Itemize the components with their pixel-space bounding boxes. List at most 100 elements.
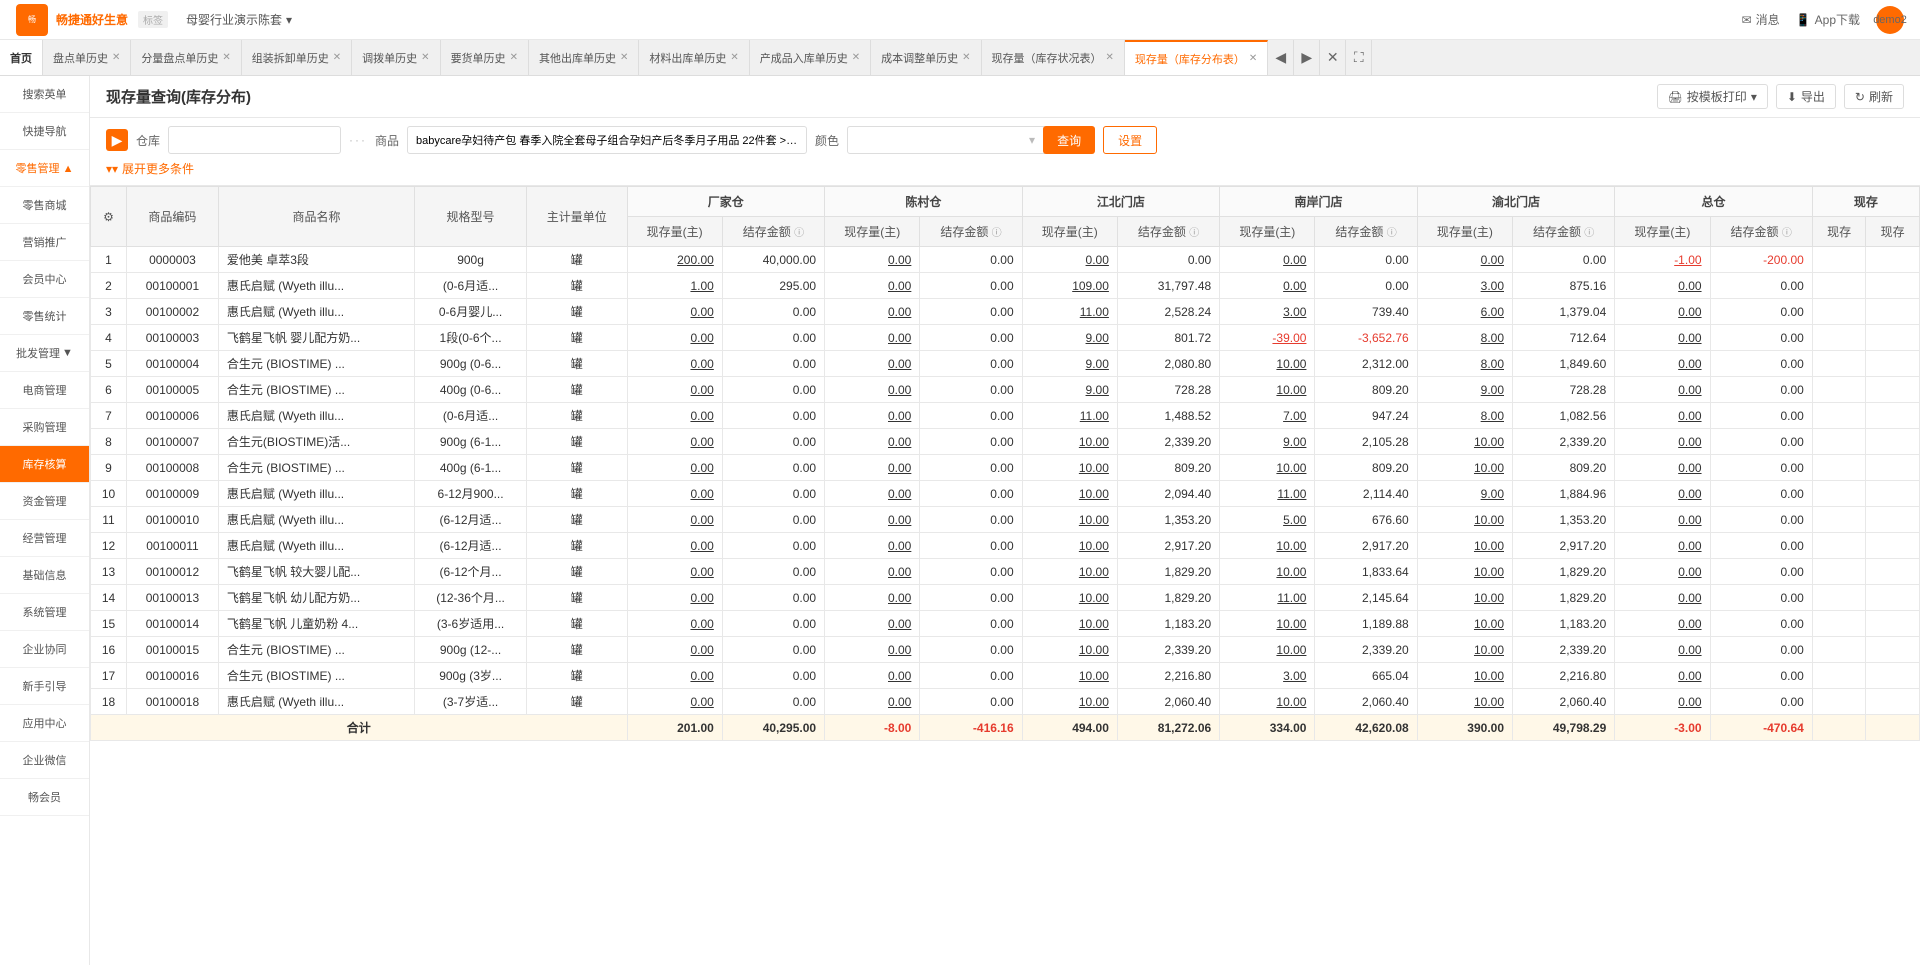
sidebar-item-basic[interactable]: 基础信息: [0, 557, 89, 594]
chevron-down-icon: ▾: [1751, 90, 1757, 104]
tab-close-combo[interactable]: ✕: [333, 52, 341, 63]
th-group-cj: 厂家仓: [627, 187, 825, 217]
color-dots: ▾: [1029, 133, 1035, 147]
tab-stock-dist[interactable]: 现存量（库存分布表） ✕: [1125, 40, 1268, 76]
tab-close-other[interactable]: ✕: [620, 52, 628, 63]
refresh-button[interactable]: ↻ 刷新: [1844, 84, 1904, 109]
avatar[interactable]: demo2: [1876, 6, 1904, 34]
tab-transfer[interactable]: 调拨单历史 ✕: [352, 40, 440, 76]
table-row: 1600100015合生元 (BIOSTIME) ...900g (12-...…: [91, 637, 1920, 663]
tab-home[interactable]: 首页: [0, 40, 43, 76]
th-cc-amt: 结存金额 ⓘ: [920, 217, 1022, 247]
top-bar-left: 畅 畅捷通好生意 标签 母婴行业演示陈套 ▾: [16, 4, 292, 36]
tab-inventory[interactable]: 盘点单历史 ✕: [43, 40, 131, 76]
expand-more-btn[interactable]: ▾▾ 展开更多条件: [106, 160, 1904, 177]
table-container[interactable]: ⚙ 商品编码 商品名称 规格型号 主计量单位 厂家仓 陈村仓 江北门店 南岸门店…: [90, 186, 1920, 965]
sidebar-item-retail-mgmt[interactable]: 零售管理 ▲: [0, 150, 89, 187]
th-nb-amt: 结存金额 ⓘ: [1315, 217, 1417, 247]
tab-close-material[interactable]: ✕: [730, 52, 738, 63]
tab-combo-split[interactable]: 组装拆卸单历史 ✕: [242, 40, 352, 76]
jb-amt-info[interactable]: ⓘ: [1189, 224, 1199, 239]
sidebar-item-app-center[interactable]: 应用中心: [0, 705, 89, 742]
sidebar-item-search[interactable]: 搜索英单: [0, 76, 89, 113]
sidebar-item-retail-stat[interactable]: 零售统计: [0, 298, 89, 335]
sidebar-item-quicknav[interactable]: 快捷导航: [0, 113, 89, 150]
sidebar-item-enterprise-coop[interactable]: 企业协同: [0, 631, 89, 668]
cj-amt-info[interactable]: ⓘ: [794, 224, 804, 239]
cc-amt-info[interactable]: ⓘ: [992, 224, 1002, 239]
export-button[interactable]: ⬇ 导出: [1776, 84, 1836, 109]
app-download-btn[interactable]: 📱 App下载: [1796, 11, 1860, 28]
color-label: 颜色: [815, 132, 839, 149]
chevron-down-icon: ▼: [62, 347, 73, 359]
print-button[interactable]: 🖨 按模板打印 ▾: [1657, 84, 1768, 109]
sidebar-item-member[interactable]: 会员中心: [0, 261, 89, 298]
content-area: 现存量查询(库存分布) 🖨 按模板打印 ▾ ⬇ 导出 ↻ 刷新: [90, 76, 1920, 965]
tab-order[interactable]: 要货单历史 ✕: [441, 40, 529, 76]
sidebar-item-system[interactable]: 系统管理: [0, 594, 89, 631]
th-group-total: 总仓: [1615, 187, 1813, 217]
table-row: 900100008合生元 (BIOSTIME) ...400g (6-1...罐…: [91, 455, 1920, 481]
message-btn[interactable]: ✉ 消息: [1742, 11, 1780, 28]
th-settings[interactable]: ⚙: [91, 187, 127, 247]
nb-amt-info[interactable]: ⓘ: [1387, 224, 1397, 239]
tab-cost-adj[interactable]: 成本调整单历史 ✕: [871, 40, 981, 76]
industry-dropdown[interactable]: 母婴行业演示陈套 ▾: [186, 11, 292, 28]
tab-close-all-btn[interactable]: ✕: [1320, 40, 1346, 76]
warehouse-input[interactable]: [168, 126, 341, 154]
sidebar-item-enterprise-wechat[interactable]: 企业微信: [0, 742, 89, 779]
th-nb-qty: 现存量(主): [1220, 217, 1315, 247]
sidebar-item-new-guide[interactable]: 新手引导: [0, 668, 89, 705]
sidebar-item-ecommerce[interactable]: 电商管理: [0, 372, 89, 409]
tab-prev-btn[interactable]: ◀: [1268, 40, 1294, 76]
query-button[interactable]: 查询: [1043, 126, 1095, 154]
tab-close-inventory[interactable]: ✕: [112, 52, 120, 63]
table-row: 300100002惠氏启赋 (Wyeth illu...0-6月婴儿...罐0.…: [91, 299, 1920, 325]
th-now-qty: 现存: [1812, 217, 1866, 247]
tab-close-cost[interactable]: ✕: [962, 52, 970, 63]
tab-close-stock-dist[interactable]: ✕: [1249, 53, 1257, 64]
message-icon: ✉: [1742, 13, 1752, 27]
expand-btn[interactable]: ▶: [106, 129, 128, 151]
setting-button[interactable]: 设置: [1103, 126, 1157, 154]
th-now-qty2: 现存: [1866, 217, 1920, 247]
th-cj-amt: 结存金额 ⓘ: [722, 217, 824, 247]
filter-row: ▶ 仓库 ··· 商品 颜色 ▾ 查询 设置: [106, 126, 1904, 154]
tab-close-order[interactable]: ✕: [510, 52, 518, 63]
total-amt-info[interactable]: ⓘ: [1782, 224, 1792, 239]
top-bar: 畅 畅捷通好生意 标签 母婴行业演示陈套 ▾ ✉ 消息 📱 App下载 demo…: [0, 0, 1920, 40]
th-group-yb: 渝北门店: [1417, 187, 1615, 217]
th-name: 商品名称: [218, 187, 414, 247]
sidebar-item-inventory[interactable]: 库存核算: [0, 446, 89, 483]
th-seq: 商品编码: [127, 187, 219, 247]
table-row: 1200100011惠氏启赋 (Wyeth illu...(6-12月适...罐…: [91, 533, 1920, 559]
th-jb-amt: 结存金额 ⓘ: [1117, 217, 1219, 247]
print-icon: 🖨: [1668, 90, 1683, 104]
tab-next-btn[interactable]: ▶: [1294, 40, 1320, 76]
tab-split-inventory[interactable]: 分量盘点单历史 ✕: [131, 40, 241, 76]
sidebar-item-marketing[interactable]: 营销推广: [0, 224, 89, 261]
sidebar-item-retail-store[interactable]: 零售商城: [0, 187, 89, 224]
table-row: 1100100010惠氏启赋 (Wyeth illu...(6-12月适...罐…: [91, 507, 1920, 533]
table-row: 1700100016合生元 (BIOSTIME) ...900g (3岁...罐…: [91, 663, 1920, 689]
tab-close-stock-status[interactable]: ✕: [1106, 52, 1114, 63]
color-input[interactable]: [847, 126, 1047, 154]
tab-other-out[interactable]: 其他出库单历史 ✕: [529, 40, 639, 76]
tab-material-out[interactable]: 材料出库单历史 ✕: [639, 40, 749, 76]
tab-maximize-btn[interactable]: ⛶: [1346, 40, 1372, 76]
tab-close-product[interactable]: ✕: [852, 52, 860, 63]
tab-close-split[interactable]: ✕: [222, 52, 230, 63]
th-group-cc: 陈村仓: [825, 187, 1023, 217]
sidebar-item-member-plus[interactable]: 畅会员: [0, 779, 89, 816]
tab-product-in[interactable]: 产成品入库单历史 ✕: [750, 40, 871, 76]
goods-input[interactable]: [407, 126, 807, 154]
tab-stock-status[interactable]: 现存量（库存状况表） ✕: [982, 40, 1125, 76]
yb-amt-info[interactable]: ⓘ: [1584, 224, 1594, 239]
tab-close-transfer[interactable]: ✕: [421, 52, 429, 63]
sidebar-item-wholesale[interactable]: 批发管理 ▼: [0, 335, 89, 372]
page-actions: 🖨 按模板打印 ▾ ⬇ 导出 ↻ 刷新: [1657, 84, 1904, 109]
sidebar-item-purchase[interactable]: 采购管理: [0, 409, 89, 446]
th-yb-qty: 现存量(主): [1417, 217, 1512, 247]
sidebar-item-operation[interactable]: 经营管理: [0, 520, 89, 557]
sidebar-item-finance[interactable]: 资金管理: [0, 483, 89, 520]
